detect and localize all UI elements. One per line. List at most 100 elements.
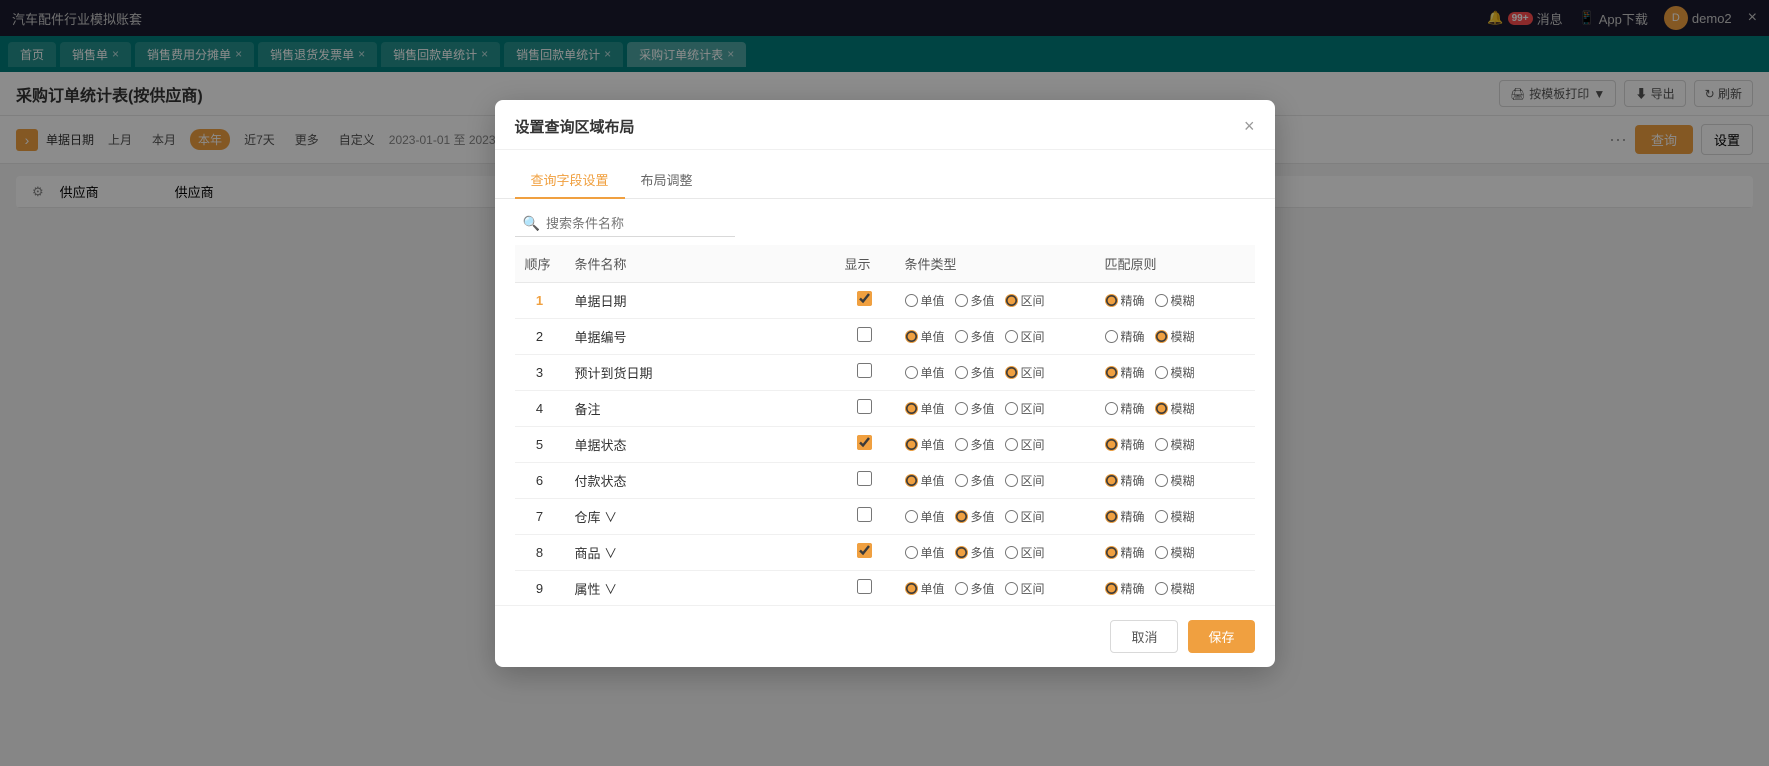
save-button[interactable]: 保存 <box>1188 620 1254 653</box>
match-radio-label[interactable]: 精确 <box>1105 472 1145 489</box>
dialog-tab-query-fields[interactable]: 查询字段设置 <box>515 162 625 199</box>
type-radio[interactable] <box>955 438 968 451</box>
type-radio[interactable] <box>1005 330 1018 343</box>
type-radio[interactable] <box>905 474 918 487</box>
type-radio[interactable] <box>1005 366 1018 379</box>
type-radio-label[interactable]: 单值 <box>905 292 945 309</box>
search-input[interactable] <box>546 216 726 231</box>
match-radio-label[interactable]: 模糊 <box>1155 508 1195 525</box>
match-radio[interactable] <box>1155 474 1168 487</box>
type-radio[interactable] <box>1005 474 1018 487</box>
match-radio-label[interactable]: 精确 <box>1105 544 1145 561</box>
match-radio[interactable] <box>1105 546 1118 559</box>
display-checkbox[interactable] <box>857 327 872 342</box>
type-radio-label[interactable]: 单值 <box>905 328 945 345</box>
type-radio[interactable] <box>1005 546 1018 559</box>
type-radio[interactable] <box>905 330 918 343</box>
type-radio-label[interactable]: 区间 <box>1005 292 1045 309</box>
type-radio-label[interactable]: 区间 <box>1005 328 1045 345</box>
display-checkbox[interactable] <box>857 543 872 558</box>
match-radio-label[interactable]: 模糊 <box>1155 544 1195 561</box>
type-radio-label[interactable]: 单值 <box>905 436 945 453</box>
match-radio[interactable] <box>1105 366 1118 379</box>
match-radio-label[interactable]: 模糊 <box>1155 364 1195 381</box>
match-radio[interactable] <box>1155 294 1168 307</box>
match-radio[interactable] <box>1105 330 1118 343</box>
type-radio-label[interactable]: 区间 <box>1005 364 1045 381</box>
type-radio-label[interactable]: 单值 <box>905 508 945 525</box>
match-radio[interactable] <box>1155 366 1168 379</box>
type-radio[interactable] <box>955 402 968 415</box>
display-checkbox[interactable] <box>857 579 872 594</box>
type-radio[interactable] <box>1005 510 1018 523</box>
type-radio-label[interactable]: 区间 <box>1005 436 1045 453</box>
match-radio-label[interactable]: 精确 <box>1105 364 1145 381</box>
dialog-close-icon[interactable]: × <box>1244 117 1255 135</box>
type-radio[interactable] <box>1005 402 1018 415</box>
display-checkbox[interactable] <box>857 507 872 522</box>
match-radio-label[interactable]: 精确 <box>1105 580 1145 597</box>
match-radio-label[interactable]: 模糊 <box>1155 472 1195 489</box>
type-radio-label[interactable]: 区间 <box>1005 580 1045 597</box>
type-radio[interactable] <box>955 366 968 379</box>
type-radio-label[interactable]: 单值 <box>905 580 945 597</box>
match-radio-label[interactable]: 精确 <box>1105 328 1145 345</box>
type-radio[interactable] <box>955 294 968 307</box>
match-radio[interactable] <box>1105 474 1118 487</box>
type-radio-label[interactable]: 多值 <box>955 544 995 561</box>
match-radio-label[interactable]: 模糊 <box>1155 400 1195 417</box>
match-radio-label[interactable]: 模糊 <box>1155 292 1195 309</box>
display-checkbox[interactable] <box>857 471 872 486</box>
type-radio[interactable] <box>905 366 918 379</box>
match-radio[interactable] <box>1155 582 1168 595</box>
type-radio[interactable] <box>955 582 968 595</box>
type-radio-label[interactable]: 单值 <box>905 400 945 417</box>
match-radio-label[interactable]: 模糊 <box>1155 436 1195 453</box>
type-radio-label[interactable]: 多值 <box>955 328 995 345</box>
type-radio-label[interactable]: 多值 <box>955 508 995 525</box>
dialog-overlay[interactable]: 设置查询区域布局 × 查询字段设置 布局调整 🔍 顺序 <box>0 0 1769 766</box>
match-radio[interactable] <box>1155 402 1168 415</box>
match-radio[interactable] <box>1105 582 1118 595</box>
type-radio[interactable] <box>905 402 918 415</box>
match-radio[interactable] <box>1155 438 1168 451</box>
match-radio[interactable] <box>1105 438 1118 451</box>
match-radio-label[interactable]: 模糊 <box>1155 328 1195 345</box>
match-radio[interactable] <box>1155 330 1168 343</box>
type-radio-label[interactable]: 多值 <box>955 364 995 381</box>
type-radio-label[interactable]: 多值 <box>955 472 995 489</box>
type-radio[interactable] <box>955 546 968 559</box>
display-checkbox[interactable] <box>857 363 872 378</box>
match-radio[interactable] <box>1105 294 1118 307</box>
match-radio-label[interactable]: 精确 <box>1105 508 1145 525</box>
type-radio-label[interactable]: 多值 <box>955 580 995 597</box>
type-radio[interactable] <box>905 510 918 523</box>
match-radio[interactable] <box>1155 546 1168 559</box>
display-checkbox[interactable] <box>857 435 872 450</box>
type-radio-label[interactable]: 区间 <box>1005 508 1045 525</box>
match-radio-label[interactable]: 精确 <box>1105 400 1145 417</box>
type-radio[interactable] <box>905 294 918 307</box>
type-radio[interactable] <box>905 582 918 595</box>
type-radio-label[interactable]: 区间 <box>1005 544 1045 561</box>
type-radio-label[interactable]: 区间 <box>1005 472 1045 489</box>
type-radio[interactable] <box>1005 582 1018 595</box>
display-checkbox[interactable] <box>857 399 872 414</box>
type-radio-label[interactable]: 多值 <box>955 400 995 417</box>
type-radio-label[interactable]: 多值 <box>955 292 995 309</box>
type-radio-label[interactable]: 单值 <box>905 472 945 489</box>
type-radio[interactable] <box>1005 438 1018 451</box>
type-radio-label[interactable]: 单值 <box>905 364 945 381</box>
type-radio[interactable] <box>905 546 918 559</box>
type-radio-label[interactable]: 多值 <box>955 436 995 453</box>
type-radio[interactable] <box>955 510 968 523</box>
display-checkbox[interactable] <box>857 291 872 306</box>
match-radio-label[interactable]: 精确 <box>1105 436 1145 453</box>
dialog-tab-layout[interactable]: 布局调整 <box>625 162 709 199</box>
type-radio[interactable] <box>1005 294 1018 307</box>
match-radio[interactable] <box>1105 402 1118 415</box>
cancel-button[interactable]: 取消 <box>1110 620 1178 653</box>
type-radio-label[interactable]: 区间 <box>1005 400 1045 417</box>
type-radio[interactable] <box>955 330 968 343</box>
match-radio[interactable] <box>1155 510 1168 523</box>
